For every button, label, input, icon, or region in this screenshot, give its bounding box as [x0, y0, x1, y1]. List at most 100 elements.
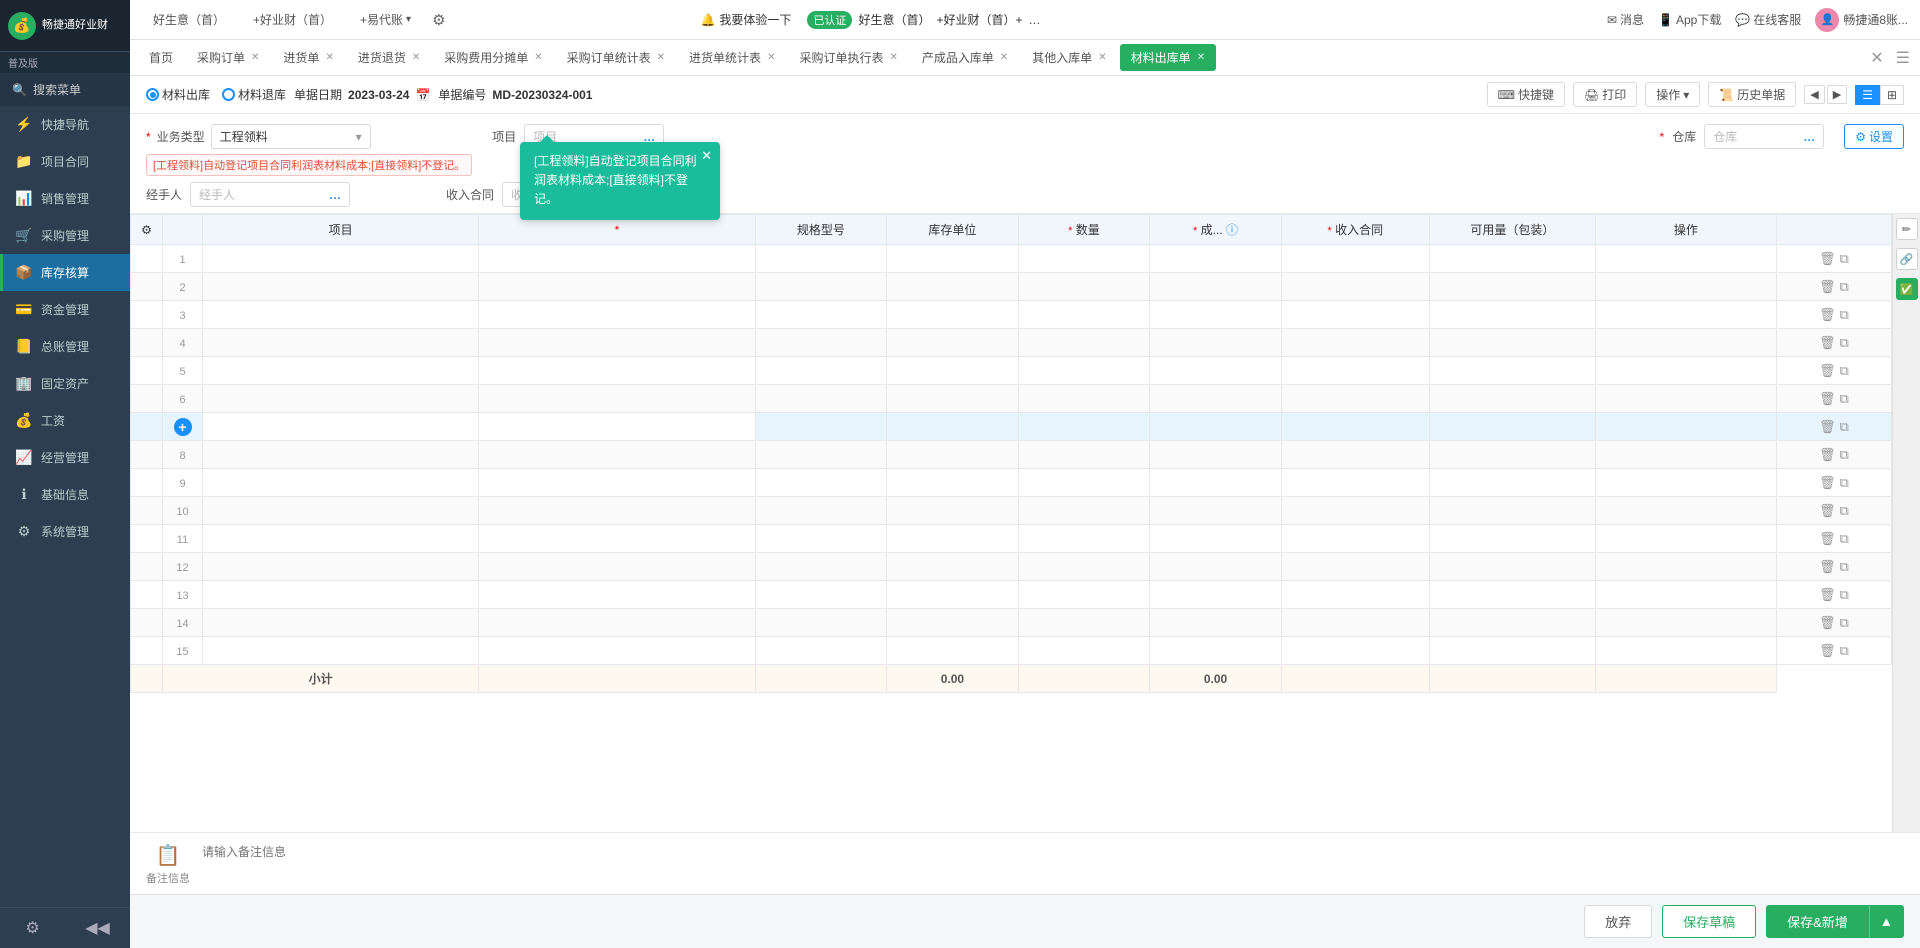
- global-tab-3[interactable]: +易代账 ▾: [349, 6, 422, 33]
- delete-row-btn[interactable]: 🗑: [1819, 279, 1836, 295]
- cell-input[interactable]: [209, 420, 472, 434]
- data-cell[interactable]: [203, 413, 479, 441]
- data-cell[interactable]: [1429, 413, 1595, 441]
- message-item[interactable]: ✉ 消息: [1607, 11, 1644, 28]
- tab-other-inbound-close[interactable]: ✕: [1098, 52, 1106, 63]
- radio-outbound[interactable]: 材料出库: [146, 86, 210, 103]
- tab-purchase-expense[interactable]: 采购费用分摊单 ✕: [433, 44, 553, 71]
- add-row-button[interactable]: +: [174, 418, 192, 436]
- notes-input[interactable]: [202, 841, 1904, 863]
- operation-btn[interactable]: 操作 ▾: [1645, 82, 1700, 107]
- tab-inbound-return-close[interactable]: ✕: [412, 52, 420, 63]
- print-btn[interactable]: 🖨 打印: [1573, 82, 1637, 107]
- menu-tab-icon[interactable]: ☰: [1894, 46, 1912, 70]
- copy-row-btn[interactable]: ⧉: [1840, 363, 1849, 379]
- data-cell[interactable]: [755, 413, 887, 441]
- tab-purchase-exec[interactable]: 采购订单执行表 ✕: [788, 44, 908, 71]
- delete-row-btn[interactable]: 🗑: [1819, 643, 1836, 659]
- copy-row-btn[interactable]: ⧉: [1840, 447, 1849, 463]
- delete-row-btn[interactable]: 🗑: [1819, 419, 1836, 435]
- tab-inbound-return[interactable]: 进货退货 ✕: [347, 44, 431, 71]
- user-avatar-item[interactable]: 👤 畅捷通8账...: [1815, 8, 1908, 32]
- copy-row-btn[interactable]: ⧉: [1840, 559, 1849, 575]
- copy-row-btn[interactable]: ⧉: [1840, 391, 1849, 407]
- shortcut-keys-btn[interactable]: ⌨ 快捷键: [1487, 82, 1565, 107]
- delete-row-btn[interactable]: 🗑: [1819, 559, 1836, 575]
- settings-col-header[interactable]: ⚙: [131, 215, 163, 245]
- copy-row-btn[interactable]: ⧉: [1840, 531, 1849, 547]
- copy-row-btn[interactable]: ⧉: [1840, 251, 1849, 267]
- sidebar-item-finance[interactable]: 💳 资金管理: [0, 291, 130, 328]
- right-panel-check-btn[interactable]: ✅: [1896, 278, 1918, 300]
- tab-finished-inbound-close[interactable]: ✕: [1000, 52, 1008, 63]
- warehouse-input[interactable]: 仓库 …: [1704, 124, 1824, 149]
- delete-row-btn[interactable]: 🗑: [1819, 615, 1836, 631]
- close-tab-icon[interactable]: ✕: [1868, 46, 1885, 70]
- online-service-item[interactable]: 💬 在线客服: [1735, 11, 1801, 28]
- data-cell[interactable]: [1018, 413, 1150, 441]
- copy-row-btn[interactable]: ⧉: [1840, 335, 1849, 351]
- tab-material-outbound[interactable]: 材料出库单 ✕: [1120, 44, 1216, 71]
- tab-purchase-stat[interactable]: 采购订单统计表 ✕: [556, 44, 676, 71]
- save-new-button[interactable]: 保存&新增: [1766, 905, 1869, 938]
- data-cell[interactable]: [479, 413, 755, 441]
- tooltip-close-btn[interactable]: ✕: [701, 146, 712, 167]
- notify-item[interactable]: 🔔 我要体验一下: [700, 11, 791, 28]
- sidebar-collapse-btn[interactable]: ◀◀: [65, 908, 130, 948]
- data-cell[interactable]: [1281, 413, 1429, 441]
- copy-row-btn[interactable]: ⧉: [1840, 307, 1849, 323]
- copy-row-btn[interactable]: ⧉: [1840, 419, 1849, 435]
- agent-input[interactable]: 经手人 …: [190, 182, 350, 207]
- tab-purchase-expense-close[interactable]: ✕: [534, 52, 542, 63]
- sidebar-item-system[interactable]: ⚙ 系统管理: [0, 513, 130, 550]
- delete-row-btn[interactable]: 🗑: [1819, 307, 1836, 323]
- delete-row-btn[interactable]: 🗑: [1819, 531, 1836, 547]
- business-type-select[interactable]: 工程领料 ▾: [211, 124, 371, 149]
- global-tab-1[interactable]: 好生意（首）: [142, 6, 236, 33]
- delete-row-btn[interactable]: 🗑: [1819, 251, 1836, 267]
- copy-row-btn[interactable]: ⧉: [1840, 503, 1849, 519]
- tab-purchase-order[interactable]: 采购订单 ✕: [186, 44, 270, 71]
- tab-material-outbound-close[interactable]: ✕: [1197, 52, 1205, 63]
- delete-row-btn[interactable]: 🗑: [1819, 363, 1836, 379]
- sidebar-item-sales[interactable]: 📊 销售管理: [0, 180, 130, 217]
- delete-row-btn[interactable]: 🗑: [1819, 587, 1836, 603]
- tab-inbound-stat-close[interactable]: ✕: [767, 52, 775, 63]
- info-icon[interactable]: ⓘ: [1226, 223, 1238, 237]
- tab-finished-inbound[interactable]: 产成品入库单 ✕: [911, 44, 1019, 71]
- copy-row-btn[interactable]: ⧉: [1840, 475, 1849, 491]
- tab-purchase-stat-close[interactable]: ✕: [657, 52, 665, 63]
- copy-row-btn[interactable]: ⧉: [1840, 587, 1849, 603]
- tab-purchase-exec-close[interactable]: ✕: [889, 52, 897, 63]
- app-download-item[interactable]: 📱 App下载: [1658, 11, 1721, 28]
- tab-inbound[interactable]: 进货单 ✕: [272, 44, 344, 71]
- delete-row-btn[interactable]: 🗑: [1819, 503, 1836, 519]
- tab-inbound-stat[interactable]: 进货单统计表 ✕: [678, 44, 786, 71]
- delete-row-btn[interactable]: 🗑: [1819, 447, 1836, 463]
- prev-record-btn[interactable]: ◀: [1804, 85, 1824, 104]
- history-btn[interactable]: 📜 历史单据: [1708, 82, 1796, 107]
- tab-home[interactable]: 首页: [138, 44, 184, 71]
- sidebar-item-fixed-assets[interactable]: 🏢 固定资产: [0, 365, 130, 402]
- sidebar-item-basic-info[interactable]: ℹ 基础信息: [0, 476, 130, 513]
- tab-purchase-order-close[interactable]: ✕: [251, 52, 259, 63]
- tab-inbound-close[interactable]: ✕: [325, 52, 333, 63]
- save-new-dropdown-button[interactable]: ▲: [1869, 905, 1904, 938]
- sidebar-item-accounting[interactable]: 📒 总账管理: [0, 328, 130, 365]
- sidebar-item-inventory[interactable]: 📦 库存核算: [0, 254, 130, 291]
- sidebar-item-salary[interactable]: 💰 工资: [0, 402, 130, 439]
- delete-row-btn[interactable]: 🗑: [1819, 335, 1836, 351]
- grid-view-btn[interactable]: ⊞: [1880, 85, 1904, 105]
- data-cell[interactable]: [1150, 413, 1282, 441]
- global-tab-2[interactable]: +好业财（首）: [242, 6, 343, 33]
- data-cell[interactable]: [887, 413, 1019, 441]
- radio-return[interactable]: 材料退库: [222, 86, 286, 103]
- right-panel-edit-btn[interactable]: ✏: [1896, 218, 1918, 240]
- data-cell[interactable]: [1595, 413, 1776, 441]
- save-draft-button[interactable]: 保存草稿: [1662, 905, 1756, 938]
- discard-button[interactable]: 放弃: [1584, 905, 1652, 938]
- delete-row-btn[interactable]: 🗑: [1819, 391, 1836, 407]
- sidebar-item-operations[interactable]: 📈 经营管理: [0, 439, 130, 476]
- sidebar-item-project-contract[interactable]: 📁 项目合同: [0, 143, 130, 180]
- tab-other-inbound[interactable]: 其他入库单 ✕: [1021, 44, 1117, 71]
